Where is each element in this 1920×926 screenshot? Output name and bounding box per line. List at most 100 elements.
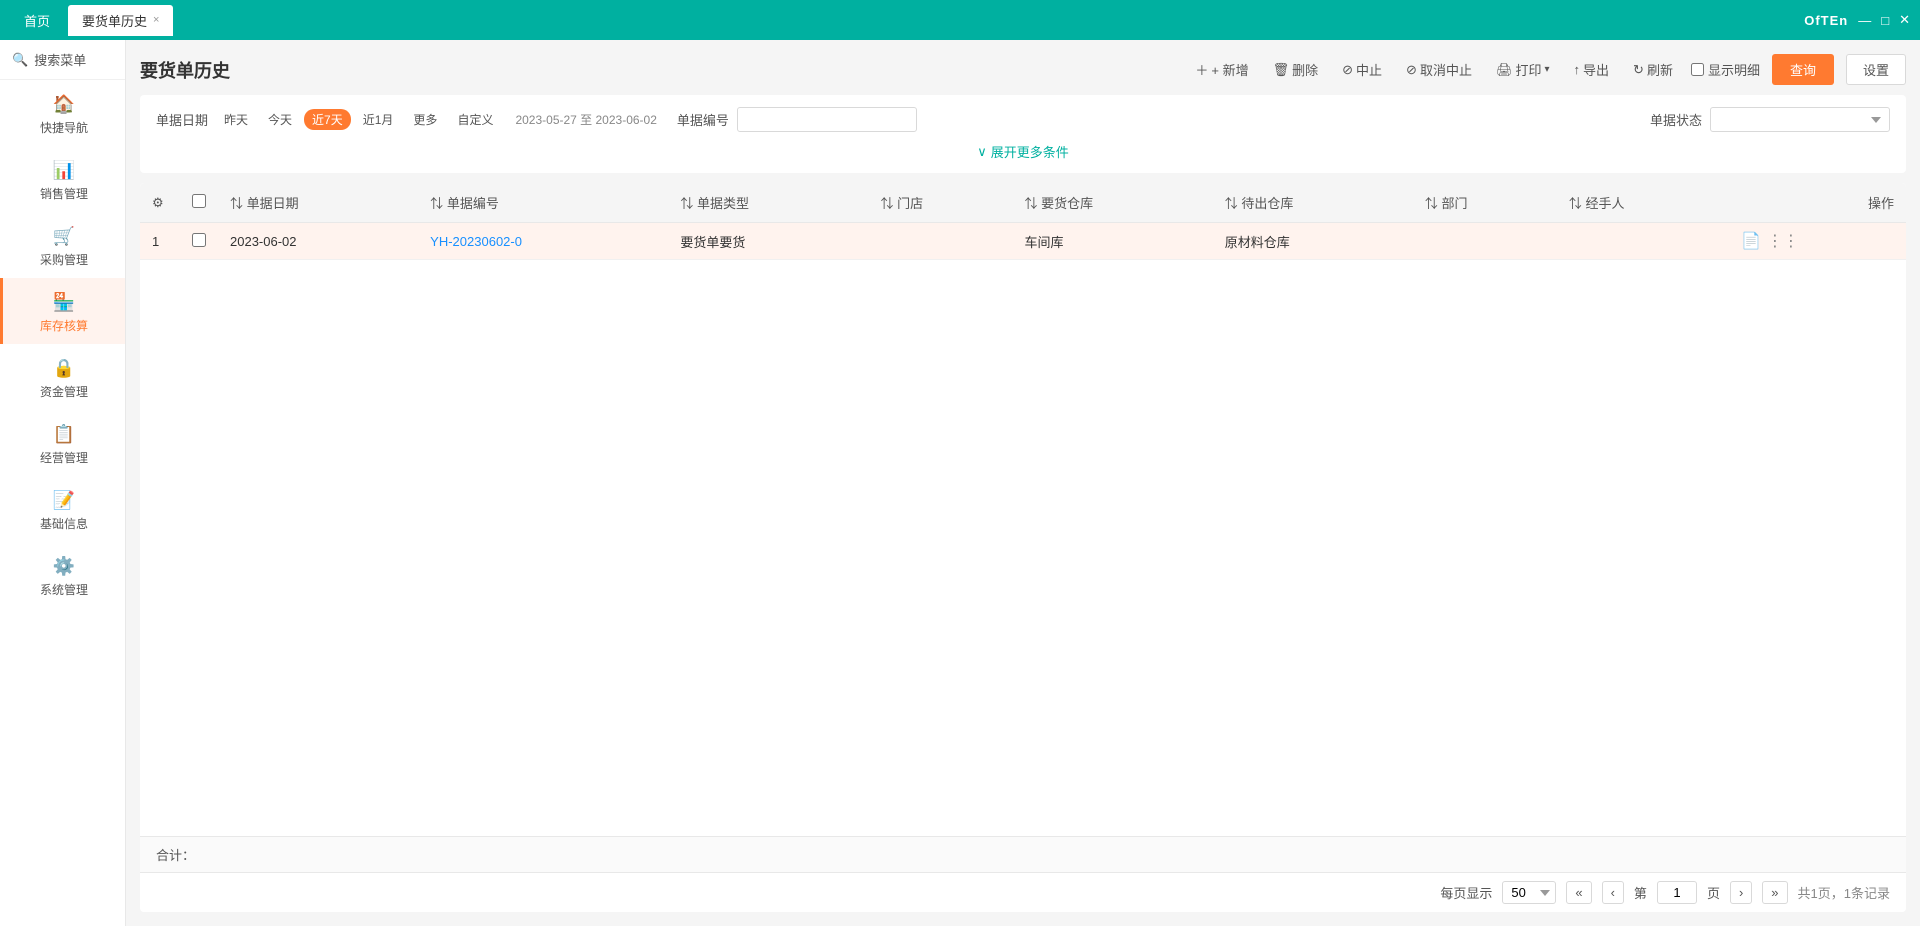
doc-number-link[interactable]: YH-20230602-0 (430, 234, 522, 249)
settings-button[interactable]: 设置 (1846, 54, 1906, 85)
cancel-stop-button[interactable]: ⊘ 取消中止 (1400, 56, 1478, 83)
doc-status-select[interactable] (1710, 107, 1890, 132)
th-store[interactable]: ⇅ 门店 (869, 183, 1013, 223)
sidebar-item-system[interactable]: ⚙️ 系统管理 (0, 542, 125, 608)
prev-page-button[interactable]: ‹ (1602, 881, 1624, 904)
new-button[interactable]: ＋ + 新增 (1189, 56, 1254, 83)
sales-icon: 📊 (53, 160, 75, 181)
td-checkbox (180, 223, 218, 260)
expand-icon: ∨ (977, 144, 987, 160)
next-page-button[interactable]: › (1730, 881, 1752, 904)
print-chevron-icon: ▾ (1544, 64, 1549, 75)
maximize-button[interactable]: □ (1881, 13, 1889, 28)
td-type: 要货单要货 (668, 223, 868, 260)
delete-icon: 🗑 (1273, 62, 1290, 78)
sidebar-search-label: 搜索菜单 (34, 50, 86, 69)
date-pill-7days[interactable]: 近7天 (304, 109, 351, 130)
inventory-icon: 🏪 (53, 292, 75, 313)
th-req-warehouse[interactable]: ⇅ 要货仓库 (1013, 183, 1213, 223)
sum-label: 合计： (156, 848, 195, 863)
th-type[interactable]: ⇅ 单据类型 (668, 183, 868, 223)
sidebar-search[interactable]: 🔍 搜索菜单 (0, 40, 125, 80)
new-label: + 新增 (1211, 60, 1248, 79)
search-icon: 🔍 (12, 52, 28, 68)
go-label: 第 (1634, 883, 1647, 902)
th-number-label: 单据编号 (447, 196, 499, 211)
sidebar-item-shortcut[interactable]: 🏠 快捷导航 (0, 80, 125, 146)
th-pending-warehouse[interactable]: ⇅ 待出仓库 (1213, 183, 1413, 223)
date-pill-custom[interactable]: 自定义 (449, 109, 501, 130)
td-store (869, 223, 1013, 260)
sidebar-item-sales[interactable]: 📊 销售管理 (0, 146, 125, 212)
doc-number-label: 单据编号 (677, 110, 729, 129)
export-button[interactable]: ↑ 导出 (1568, 56, 1616, 83)
refresh-button[interactable]: ↻ 刷新 (1627, 56, 1679, 83)
tab-home[interactable]: 首页 (10, 5, 64, 36)
sidebar-item-basic[interactable]: 📝 基础信息 (0, 476, 125, 542)
date-pill-yesterday[interactable]: 昨天 (216, 109, 256, 130)
th-department[interactable]: ⇅ 部门 (1413, 183, 1557, 223)
td-pending-warehouse: 原材料仓库 (1213, 223, 1413, 260)
sidebar-item-operations[interactable]: 📋 经营管理 (0, 410, 125, 476)
first-page-button[interactable]: « (1566, 881, 1591, 904)
stop-button[interactable]: ⊘ 中止 (1336, 56, 1388, 83)
export-icon: ↑ (1574, 62, 1581, 77)
th-settings[interactable]: ⚙ (140, 183, 180, 223)
expand-row: ∨ 展开更多条件 (156, 142, 1890, 161)
system-icon: ⚙️ (53, 556, 75, 577)
per-page-select[interactable]: 50 20 100 (1502, 881, 1556, 904)
export-label: 导出 (1583, 60, 1609, 79)
last-page-button[interactable]: » (1762, 881, 1787, 904)
display-detail-toggle[interactable]: 显示明细 (1691, 60, 1760, 79)
th-date[interactable]: ⇅ 单据日期 (218, 183, 418, 223)
tab-close-icon[interactable]: × (153, 14, 159, 26)
tab-requisition-history-label: 要货单历史 (82, 11, 147, 30)
refresh-icon: ↻ (1633, 62, 1644, 78)
sidebar-item-inventory[interactable]: 🏪 库存核算 (0, 278, 125, 344)
delete-button[interactable]: 🗑 删除 (1267, 56, 1325, 83)
date-pill-1month[interactable]: 近1月 (355, 109, 402, 130)
sidebar-item-system-label: 系统管理 (40, 581, 88, 598)
td-number: YH-20230602-0 (418, 223, 668, 260)
finance-icon: 🔒 (53, 358, 75, 379)
window-controls: OfTEn — □ ✕ (1804, 12, 1910, 28)
cancel-stop-icon: ⊘ (1406, 62, 1417, 78)
display-detail-label: 显示明细 (1708, 60, 1760, 79)
sidebar-item-sales-label: 销售管理 (40, 185, 88, 202)
tab-home-label: 首页 (24, 11, 50, 30)
delete-label: 删除 (1292, 60, 1318, 79)
row-checkbox[interactable] (192, 233, 206, 247)
more-icon[interactable]: ⋮⋮ (1767, 231, 1799, 251)
edit-icon[interactable]: 📄 (1741, 231, 1761, 251)
stop-icon: ⊘ (1342, 62, 1353, 78)
th-department-label: 部门 (1442, 196, 1468, 211)
minimize-button[interactable]: — (1858, 13, 1871, 28)
date-pill-today[interactable]: 今天 (260, 109, 300, 130)
th-type-label: 单据类型 (697, 196, 749, 211)
select-all-checkbox[interactable] (192, 194, 206, 208)
page-header: 要货单历史 ＋ + 新增 🗑 删除 ⊘ 中止 ⊘ 取消中止 (140, 54, 1906, 85)
th-number[interactable]: ⇅ 单据编号 (418, 183, 668, 223)
purchase-icon: 🛒 (53, 226, 75, 247)
th-date-label: 单据日期 (247, 196, 299, 211)
display-detail-checkbox[interactable] (1691, 63, 1704, 76)
refresh-label: 刷新 (1647, 60, 1673, 79)
close-button[interactable]: ✕ (1899, 12, 1910, 28)
th-handler[interactable]: ⇅ 经手人 (1557, 183, 1729, 223)
stop-label: 中止 (1356, 60, 1382, 79)
th-handler-label: 经手人 (1586, 196, 1625, 211)
th-pending-warehouse-label: 待出仓库 (1241, 196, 1293, 211)
query-button[interactable]: 查询 (1772, 54, 1834, 85)
sidebar-item-finance[interactable]: 🔒 资金管理 (0, 344, 125, 410)
sidebar-item-operations-label: 经营管理 (40, 449, 88, 466)
sidebar-item-purchase[interactable]: 🛒 采购管理 (0, 212, 125, 278)
date-pill-more[interactable]: 更多 (405, 109, 445, 130)
tab-requisition-history[interactable]: 要货单历史 × (68, 5, 173, 36)
table-body: 1 2023-06-02 YH-20230602-0 要货单要货 车间库 (140, 223, 1906, 260)
expand-more-button[interactable]: ∨ 展开更多条件 (977, 142, 1069, 161)
brand-label: OfTEn (1804, 13, 1848, 28)
print-button[interactable]: 🖨 打印 ▾ (1490, 56, 1556, 83)
doc-number-input[interactable] (737, 107, 917, 132)
page-input[interactable] (1657, 881, 1697, 904)
action-icons: 📄 ⋮⋮ (1741, 231, 1894, 251)
